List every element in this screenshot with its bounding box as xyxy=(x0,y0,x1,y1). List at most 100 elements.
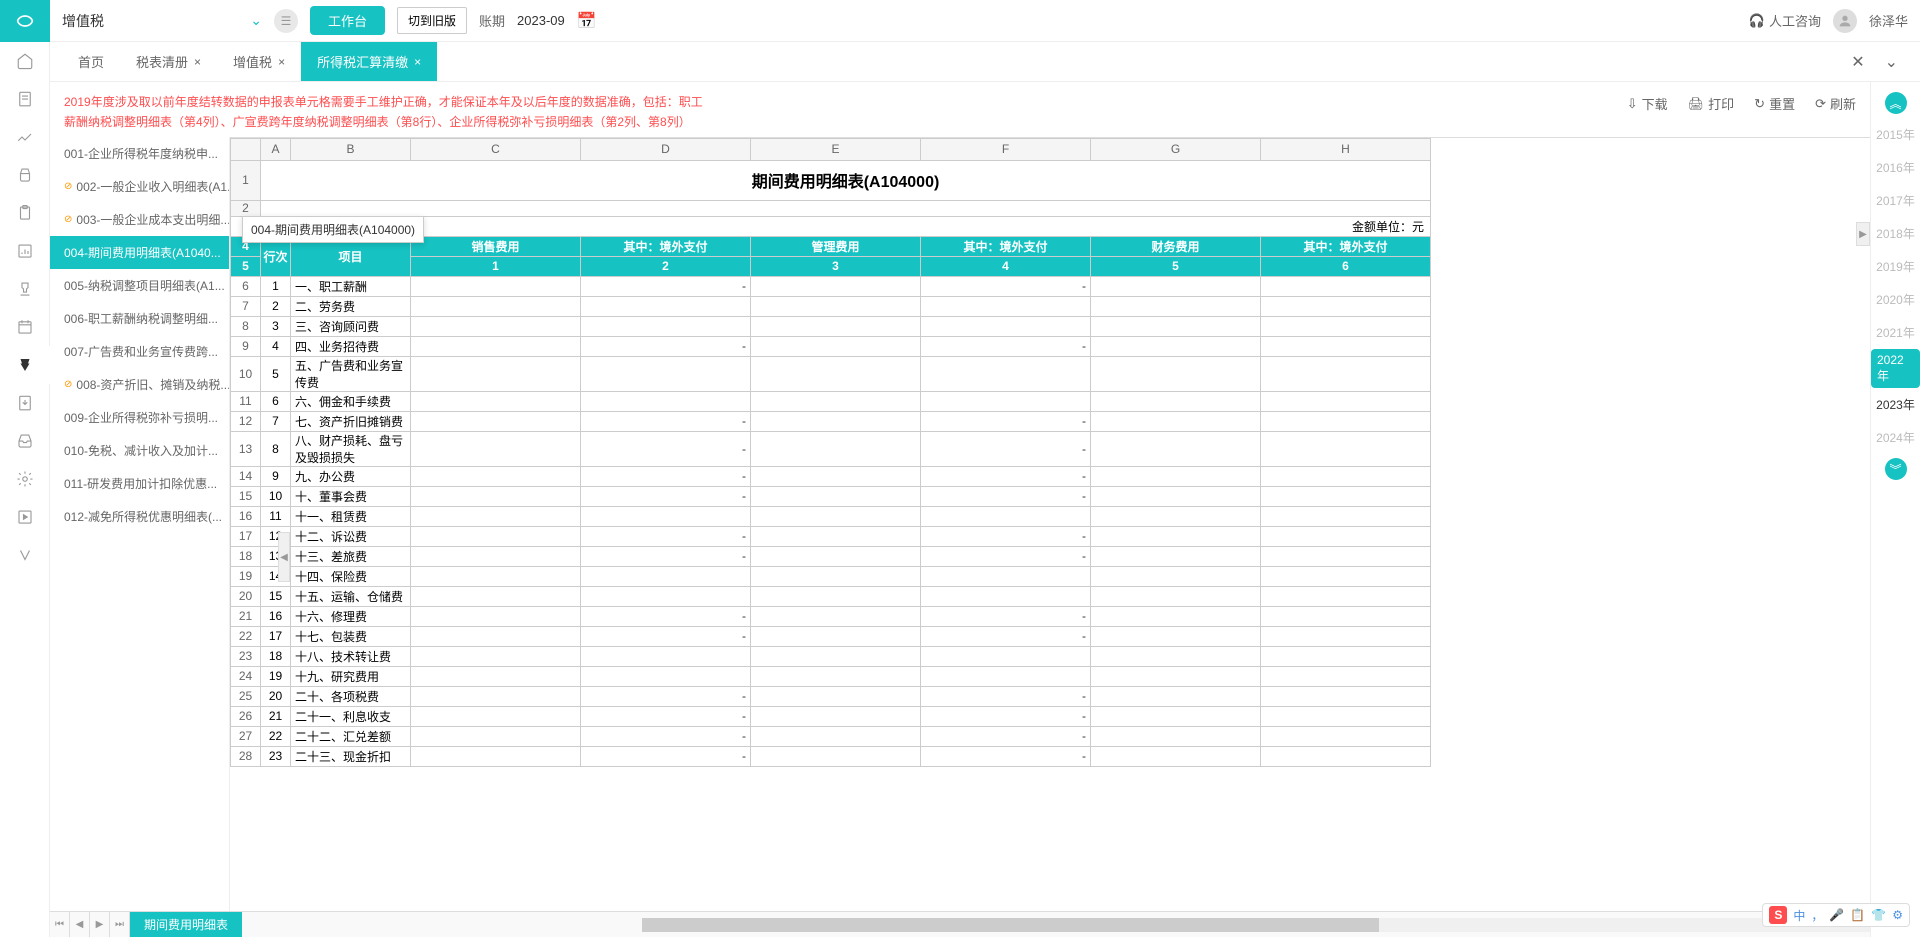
data-cell[interactable] xyxy=(411,686,581,706)
year-item[interactable]: 2021年 xyxy=(1876,316,1915,349)
data-cell[interactable] xyxy=(411,526,581,546)
sheet-nav-prev[interactable]: ◀ xyxy=(70,912,90,937)
data-cell[interactable] xyxy=(411,506,581,526)
data-cell[interactable] xyxy=(1261,746,1431,766)
data-cell[interactable] xyxy=(411,586,581,606)
data-cell[interactable] xyxy=(751,586,921,606)
ime-item[interactable]: ， xyxy=(1811,907,1823,924)
data-cell[interactable] xyxy=(921,666,1091,686)
data-cell[interactable]: - xyxy=(921,466,1091,486)
row-header[interactable]: 12 xyxy=(231,411,261,431)
data-cell[interactable] xyxy=(751,356,921,391)
data-cell[interactable] xyxy=(751,526,921,546)
row-header[interactable]: 18 xyxy=(231,546,261,566)
close-icon[interactable]: × xyxy=(414,55,421,69)
data-cell[interactable] xyxy=(1261,566,1431,586)
spreadsheet[interactable]: ABCDEFGH1期间费用明细表(A104000)23金额单位：元4行次项目销售… xyxy=(230,137,1870,911)
year-item[interactable]: 2022年 xyxy=(1871,349,1920,388)
nav-money-icon[interactable] xyxy=(0,156,50,194)
data-cell[interactable]: - xyxy=(921,526,1091,546)
data-cell[interactable]: - xyxy=(921,431,1091,466)
year-item[interactable]: 2019年 xyxy=(1876,250,1915,283)
data-cell[interactable] xyxy=(411,746,581,766)
row-header[interactable]: 2 xyxy=(231,200,261,216)
form-nav-item[interactable]: ⊘003-一般企业成本支出明细... xyxy=(50,203,229,236)
tax-type-dropdown[interactable]: 增值税 ⌄ xyxy=(62,11,262,31)
data-cell[interactable] xyxy=(411,546,581,566)
year-scroll-up[interactable]: ︽ xyxy=(1885,92,1907,114)
data-cell[interactable]: - xyxy=(581,726,751,746)
data-cell[interactable] xyxy=(921,646,1091,666)
data-cell[interactable] xyxy=(751,546,921,566)
data-cell[interactable] xyxy=(751,606,921,626)
data-cell[interactable]: - xyxy=(921,746,1091,766)
data-cell[interactable] xyxy=(1091,276,1261,296)
data-cell[interactable] xyxy=(751,746,921,766)
tab-增值税[interactable]: 增值税× xyxy=(217,42,301,81)
data-cell[interactable] xyxy=(1091,391,1261,411)
data-cell[interactable]: - xyxy=(581,546,751,566)
data-cell[interactable] xyxy=(1091,506,1261,526)
row-header[interactable]: 9 xyxy=(231,336,261,356)
list-icon[interactable]: ☰ xyxy=(274,9,298,33)
data-cell[interactable] xyxy=(1261,606,1431,626)
ime-item[interactable]: ⚙ xyxy=(1892,908,1903,922)
data-cell[interactable]: - xyxy=(581,336,751,356)
horizontal-scrollbar[interactable] xyxy=(642,918,1870,932)
data-cell[interactable] xyxy=(581,566,751,586)
data-cell[interactable] xyxy=(1091,586,1261,606)
data-cell[interactable] xyxy=(1261,686,1431,706)
row-header[interactable]: 25 xyxy=(231,686,261,706)
data-cell[interactable] xyxy=(1261,666,1431,686)
data-cell[interactable] xyxy=(1091,486,1261,506)
data-cell[interactable] xyxy=(581,506,751,526)
data-cell[interactable]: - xyxy=(921,546,1091,566)
data-cell[interactable] xyxy=(1261,546,1431,566)
close-icon[interactable]: × xyxy=(194,55,201,69)
row-header[interactable]: 24 xyxy=(231,666,261,686)
data-cell[interactable]: - xyxy=(581,746,751,766)
nav-v-icon[interactable] xyxy=(0,536,50,574)
tab-所得税汇算清缴[interactable]: 所得税汇算清缴× xyxy=(301,42,437,81)
data-cell[interactable] xyxy=(411,316,581,336)
row-header[interactable]: 19 xyxy=(231,566,261,586)
data-cell[interactable] xyxy=(1261,411,1431,431)
sheet-nav-next[interactable]: ▶ xyxy=(90,912,110,937)
data-cell[interactable] xyxy=(1091,746,1261,766)
data-cell[interactable] xyxy=(1261,486,1431,506)
data-cell[interactable] xyxy=(751,566,921,586)
ime-item[interactable]: 📋 xyxy=(1850,908,1865,922)
form-nav-item[interactable]: 007-广告费和业务宣传费跨... xyxy=(50,335,229,368)
data-cell[interactable] xyxy=(1091,646,1261,666)
nav-inbox-icon[interactable] xyxy=(0,422,50,460)
year-item[interactable]: 2017年 xyxy=(1876,184,1915,217)
sheet-tab[interactable]: 期间费用明细表 xyxy=(130,912,242,937)
nav-export-icon[interactable] xyxy=(0,384,50,422)
data-cell[interactable] xyxy=(411,486,581,506)
data-cell[interactable] xyxy=(751,686,921,706)
data-cell[interactable] xyxy=(1091,316,1261,336)
data-cell[interactable] xyxy=(1261,706,1431,726)
column-header[interactable]: H xyxy=(1261,138,1431,160)
row-header[interactable]: 11 xyxy=(231,391,261,411)
data-cell[interactable] xyxy=(1091,431,1261,466)
nav-doc-icon[interactable] xyxy=(0,80,50,118)
data-cell[interactable] xyxy=(751,411,921,431)
row-header[interactable]: 14 xyxy=(231,466,261,486)
row-header[interactable]: 21 xyxy=(231,606,261,626)
data-cell[interactable] xyxy=(1091,296,1261,316)
data-cell[interactable] xyxy=(1091,566,1261,586)
nav-play-icon[interactable] xyxy=(0,498,50,536)
data-cell[interactable] xyxy=(1261,391,1431,411)
data-cell[interactable] xyxy=(411,356,581,391)
nav-calendar-icon[interactable] xyxy=(0,308,50,346)
data-cell[interactable] xyxy=(581,586,751,606)
data-cell[interactable] xyxy=(751,391,921,411)
data-cell[interactable] xyxy=(411,606,581,626)
data-cell[interactable]: - xyxy=(581,606,751,626)
data-cell[interactable] xyxy=(581,666,751,686)
year-scroll-down[interactable]: ︾ xyxy=(1885,458,1907,480)
year-item[interactable]: 2016年 xyxy=(1876,151,1915,184)
data-cell[interactable]: - xyxy=(921,686,1091,706)
data-cell[interactable] xyxy=(1261,626,1431,646)
